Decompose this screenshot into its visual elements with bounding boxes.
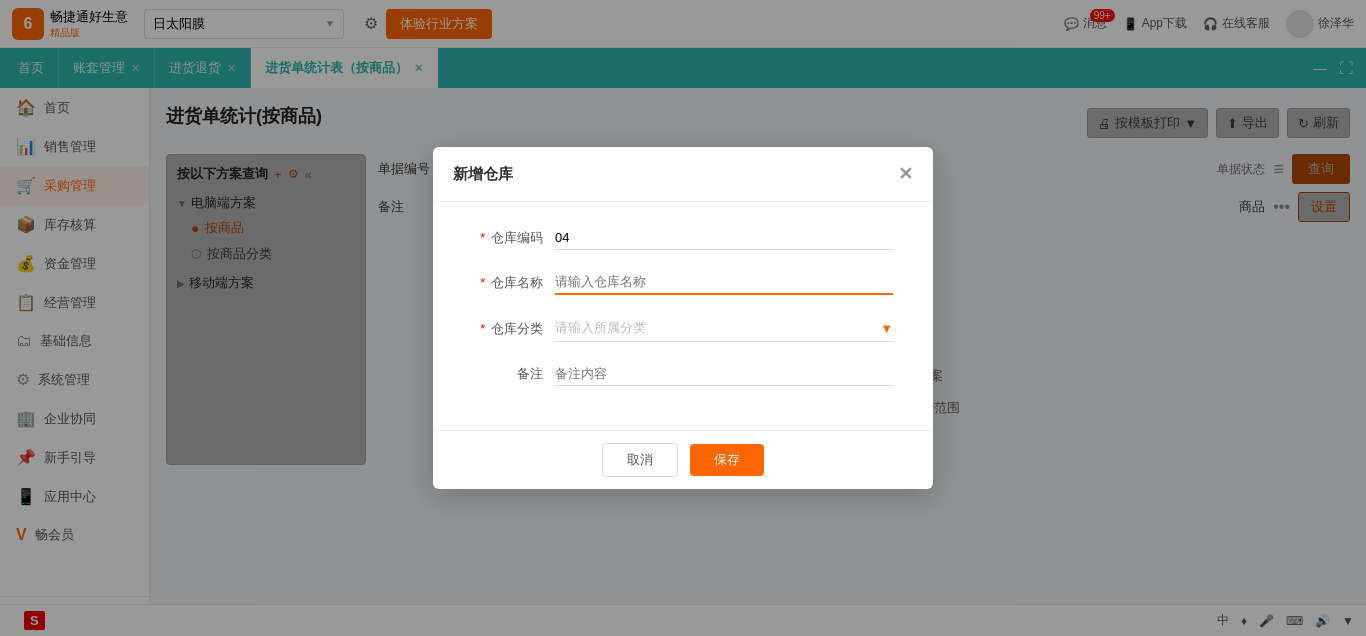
form-name-label: * 仓库名称 — [473, 274, 543, 292]
required-star-category: * — [480, 321, 485, 336]
category-placeholder: 请输入所属分类 — [555, 319, 646, 337]
modal-header: 新增仓库 ✕ — [433, 147, 933, 202]
warehouse-category-select[interactable]: 请输入所属分类 ▼ — [555, 315, 893, 342]
form-code-label: * 仓库编码 — [473, 229, 543, 247]
form-row-name: * 仓库名称 — [473, 270, 893, 295]
form-category-label: * 仓库分类 — [473, 320, 543, 338]
code-label-text: 仓库编码 — [491, 230, 543, 245]
modal-footer: 取消 保存 — [433, 430, 933, 489]
save-button[interactable]: 保存 — [690, 444, 764, 476]
required-star-name: * — [480, 275, 485, 290]
warehouse-name-input[interactable] — [555, 270, 893, 295]
modal-overlay: 新增仓库 ✕ * 仓库编码 * 仓库名称 — [0, 0, 1366, 636]
cancel-button[interactable]: 取消 — [602, 443, 678, 477]
form-row-code: * 仓库编码 — [473, 226, 893, 250]
modal-title: 新增仓库 — [453, 165, 513, 184]
modal-close-btn[interactable]: ✕ — [898, 163, 913, 185]
form-row-category: * 仓库分类 请输入所属分类 ▼ — [473, 315, 893, 342]
warehouse-note-input[interactable] — [555, 362, 893, 386]
form-row-note: 备注 — [473, 362, 893, 386]
category-label-text: 仓库分类 — [491, 321, 543, 336]
form-note-label: 备注 — [473, 365, 543, 383]
note-label-text: 备注 — [517, 366, 543, 381]
modal-body: * 仓库编码 * 仓库名称 * 仓库分类 请输入所属 — [433, 202, 933, 430]
category-dropdown-icon: ▼ — [880, 321, 893, 336]
name-label-text: 仓库名称 — [491, 275, 543, 290]
warehouse-code-input[interactable] — [555, 226, 893, 250]
required-star-code: * — [480, 230, 485, 245]
add-warehouse-modal: 新增仓库 ✕ * 仓库编码 * 仓库名称 — [433, 147, 933, 489]
